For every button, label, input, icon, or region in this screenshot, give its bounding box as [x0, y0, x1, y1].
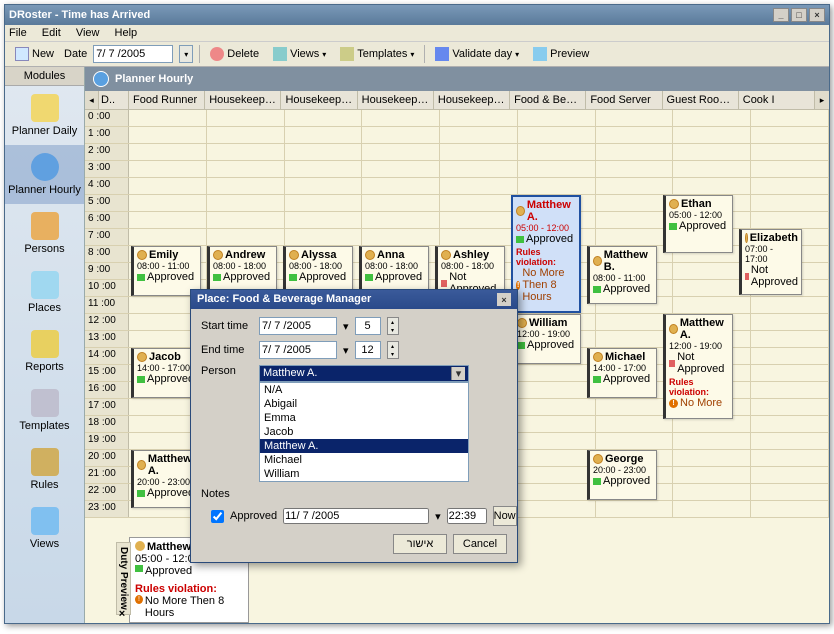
window-title: DRoster - Time has Arrived	[9, 9, 150, 21]
edit-dialog: Place: Food & Beverage Manager × Start t…	[190, 289, 518, 563]
date-input[interactable]	[93, 45, 173, 63]
time-column-header: D..	[99, 91, 129, 109]
toolbar: New Date ▾ Delete Views▾ Templates▾ Vali…	[5, 42, 829, 67]
modules-header: Modules	[5, 67, 84, 86]
option-matthew-a[interactable]: Matthew A.	[260, 439, 468, 453]
col-housekeeper-2[interactable]: Housekeeper 2	[205, 91, 281, 109]
person-listbox[interactable]: N/A Abigail Emma Jacob Matthew A. Michae…	[259, 382, 469, 482]
option-na[interactable]: N/A	[260, 383, 468, 397]
col-food-server[interactable]: Food Server	[586, 91, 662, 109]
approved-time-input[interactable]	[447, 508, 487, 524]
option-emma[interactable]: Emma	[260, 411, 468, 425]
ok-button[interactable]: אישור	[393, 534, 447, 554]
option-michael[interactable]: Michael	[260, 453, 468, 467]
start-hour-spinner[interactable]: ▴▾	[387, 317, 399, 335]
planner-header: Planner Hourly	[85, 67, 829, 91]
card-michael[interactable]: Michael 14:00 - 17:00 Approved	[587, 348, 657, 398]
col-housekeeper-5[interactable]: Housekeeper 5	[434, 91, 510, 109]
start-date-drop[interactable]: ▾	[343, 320, 349, 333]
title-bar: DRoster - Time has Arrived _ □ ×	[5, 5, 829, 25]
cancel-button[interactable]: Cancel	[453, 534, 507, 554]
option-jacob[interactable]: Jacob	[260, 425, 468, 439]
col-guest-room[interactable]: Guest Room Atte...	[663, 91, 739, 109]
card-matthew-a-gr[interactable]: Matthew A. 12:00 - 19:00 Not Approved Ru…	[663, 314, 733, 419]
date-dropdown[interactable]: ▾	[179, 45, 193, 63]
col-cook-1[interactable]: Cook I	[739, 91, 815, 109]
duty-preview-label: Duty Preview	[116, 542, 131, 615]
scroll-left[interactable]: ◂	[85, 91, 99, 109]
module-reports[interactable]: Reports	[5, 322, 84, 381]
delete-button[interactable]: Delete	[206, 45, 263, 63]
person-label: Person	[201, 365, 253, 377]
modules-panel: Modules Planner Daily Planner Hourly Per…	[5, 67, 85, 623]
minimize-button[interactable]: _	[773, 8, 789, 22]
col-housekeeper-3[interactable]: Housekeeper 3	[281, 91, 357, 109]
option-william[interactable]: William	[260, 467, 468, 481]
module-rules[interactable]: Rules	[5, 440, 84, 499]
close-button[interactable]: ×	[809, 8, 825, 22]
approved-date-drop[interactable]: ▾	[435, 510, 441, 523]
menu-help[interactable]: Help	[115, 27, 138, 39]
scroll-right[interactable]: ▸	[815, 91, 829, 109]
menu-file[interactable]: File	[9, 27, 27, 39]
end-date-drop[interactable]: ▾	[343, 344, 349, 357]
dialog-close[interactable]: ×	[497, 293, 511, 306]
date-label: Date	[64, 48, 87, 60]
col-housekeeper-4[interactable]: Housekeeper 4	[358, 91, 434, 109]
card-ethan[interactable]: Ethan 05:00 - 12:00 Approved	[663, 195, 733, 253]
preview-close[interactable]: ×	[116, 608, 128, 620]
approved-checkbox[interactable]	[211, 510, 224, 523]
module-templates[interactable]: Templates	[5, 381, 84, 440]
flag-icon	[137, 274, 145, 281]
new-button[interactable]: New	[11, 45, 58, 63]
module-places[interactable]: Places	[5, 263, 84, 322]
menu-view[interactable]: View	[76, 27, 100, 39]
module-views[interactable]: Views	[5, 499, 84, 558]
person-combo[interactable]: Matthew A.▾	[259, 365, 469, 382]
column-headers: ◂ D.. Food Runner Housekeeper 2 Housekee…	[85, 91, 829, 110]
option-abigail[interactable]: Abigail	[260, 397, 468, 411]
validate-button[interactable]: Validate day▾	[431, 45, 523, 63]
end-hour-input[interactable]	[355, 341, 381, 359]
card-elizabeth[interactable]: Elizabeth 07:00 - 17:00 Not Approved	[739, 229, 802, 295]
start-date-input[interactable]	[259, 317, 337, 335]
col-food-beverage[interactable]: Food & Beverage...	[510, 91, 586, 109]
maximize-button[interactable]: □	[791, 8, 807, 22]
chevron-down-icon[interactable]: ▾	[451, 367, 465, 380]
menu-edit[interactable]: Edit	[42, 27, 61, 39]
planner-icon	[93, 71, 109, 87]
end-date-input[interactable]	[259, 341, 337, 359]
card-matthew-a-fb[interactable]: Matthew A. 05:00 - 12:00 Approved Rules …	[511, 195, 581, 313]
templates-button[interactable]: Templates▾	[336, 45, 418, 63]
preview-button[interactable]: Preview	[529, 45, 593, 63]
views-button[interactable]: Views▾	[269, 45, 330, 63]
menu-bar: File Edit View Help	[5, 25, 829, 42]
module-persons[interactable]: Persons	[5, 204, 84, 263]
app-window: DRoster - Time has Arrived _ □ × File Ed…	[4, 4, 830, 624]
start-hour-input[interactable]	[355, 317, 381, 335]
start-time-label: Start time	[201, 320, 253, 332]
notes-label: Notes	[201, 488, 253, 500]
col-food-runner[interactable]: Food Runner	[129, 91, 205, 109]
end-hour-spinner[interactable]: ▴▾	[387, 341, 399, 359]
end-time-label: End time	[201, 344, 253, 356]
approved-date-input[interactable]	[283, 508, 429, 524]
now-button[interactable]: Now	[493, 506, 517, 526]
approved-label: Approved	[230, 510, 277, 522]
module-planner-hourly[interactable]: Planner Hourly	[5, 145, 84, 204]
card-william[interactable]: William 12:00 - 19:00 Approved	[511, 314, 581, 364]
card-matthew-b[interactable]: Matthew B. 08:00 - 11:00 Approved	[587, 246, 657, 304]
module-planner-daily[interactable]: Planner Daily	[5, 86, 84, 145]
dialog-title-bar[interactable]: Place: Food & Beverage Manager ×	[191, 290, 517, 309]
card-george[interactable]: George 20:00 - 23:00 Approved	[587, 450, 657, 500]
person-icon	[137, 250, 147, 260]
